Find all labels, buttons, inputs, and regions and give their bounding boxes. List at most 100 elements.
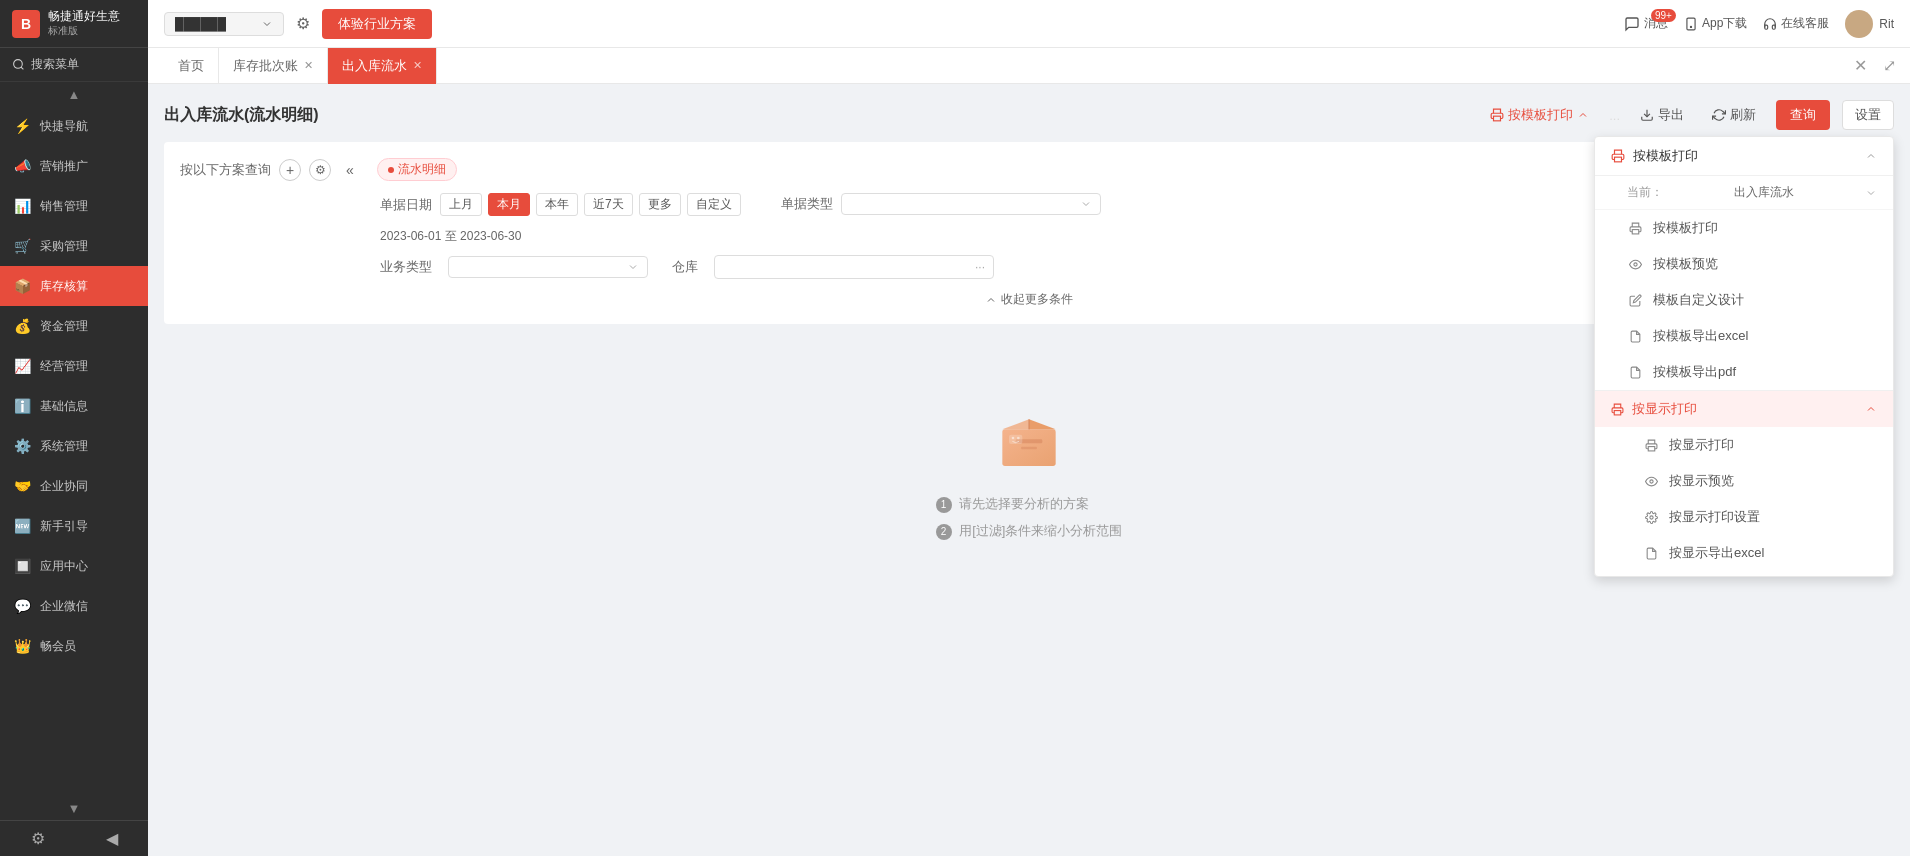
sidebar-item-sales[interactable]: 📊 销售管理 [0,186,148,226]
brand-name: 畅捷通好生意 [48,9,120,25]
dp-item-display-export-excel[interactable]: 按显示导出excel [1595,535,1893,571]
tab-in-out-flow[interactable]: 出入库流水 ✕ [328,48,437,84]
user-area[interactable]: Rit [1845,10,1894,38]
tab-home-label: 首页 [178,57,204,75]
dp-item-template-preview[interactable]: 按模板预览 [1595,246,1893,282]
dp-item-template-export-excel[interactable]: 按模板导出excel [1595,318,1893,354]
sidebar-item-app-center[interactable]: 🔲 应用中心 [0,546,148,586]
dp-template-preview-label: 按模板预览 [1653,255,1718,273]
tab-home[interactable]: 首页 [164,48,219,84]
warehouse-select[interactable]: ··· [714,255,994,279]
export-label: 导出 [1658,106,1684,124]
dp-item-display-preview[interactable]: 按显示预览 [1595,463,1893,499]
biz-type-select[interactable] [448,256,648,278]
sidebar-collapse-btn[interactable]: ◀ [106,829,118,848]
dp-excel-icon-2 [1643,545,1659,561]
date-btn-custom[interactable]: 自定义 [687,193,741,216]
filter-add-button[interactable]: + [279,159,301,181]
dp-item-template-export-pdf[interactable]: 按模板导出pdf [1595,354,1893,390]
page-actions: 按模板打印 ... 导出 刷新 查询 设置 [1482,100,1894,130]
sidebar-item-marketing[interactable]: 📣 营销推广 [0,146,148,186]
dp-section-display[interactable]: 按显示打印 [1595,391,1893,427]
headset-icon [1763,17,1777,31]
refresh-label: 刷新 [1730,106,1756,124]
dp-printer-icon-1 [1627,220,1643,236]
sidebar-item-weixin[interactable]: 💬 企业微信 [0,586,148,626]
sidebar-search[interactable]: 搜索菜单 [0,48,148,82]
date-btn-this-month[interactable]: 本月 [488,193,530,216]
date-btn-7days[interactable]: 近7天 [584,193,633,216]
sidebar-scroll-down[interactable]: ▼ [0,796,148,820]
close-all-tabs-button[interactable]: ✕ [1848,52,1873,79]
sidebar-search-label: 搜索菜单 [31,56,79,73]
sidebar-settings-btn[interactable]: ⚙ [31,829,45,848]
sidebar-bottom: ⚙ ◀ [0,820,148,856]
sidebar-scroll-up[interactable]: ▲ [0,82,148,106]
page-content: 出入库流水(流水明细) 按模板打印 ... 导出 刷新 [148,84,1910,856]
sidebar-item-enterprise[interactable]: 🤝 企业协同 [0,466,148,506]
current-template-row[interactable]: 当前： 出入库流水 [1595,176,1893,210]
industry-solution-button[interactable]: 体验行业方案 [322,9,432,39]
app-label: App下载 [1702,15,1747,32]
dp-display-excel-label: 按显示导出excel [1669,544,1764,562]
sidebar-logo: B 畅捷通好生意 标准版 [0,0,148,48]
sidebar-item-quick-nav[interactable]: ⚡ 快捷导航 [0,106,148,146]
dp-eye-icon-1 [1627,256,1643,272]
filter-tag-dot [388,167,394,173]
sidebar-item-system[interactable]: ⚙️ 系统管理 [0,426,148,466]
dp-gear-icon [1643,509,1659,525]
tab-batch-account-close[interactable]: ✕ [304,59,313,72]
sidebar-item-finance[interactable]: 💰 资金管理 [0,306,148,346]
date-btn-last-month[interactable]: 上月 [440,193,482,216]
account-switcher[interactable]: ██████ [164,12,284,36]
tab-in-out-flow-close[interactable]: ✕ [413,59,422,72]
tab-batch-account[interactable]: 库存批次账 ✕ [219,48,328,84]
filter-settings-button[interactable]: ⚙ [309,159,331,181]
filter-tag[interactable]: 流水明细 [377,158,457,181]
filter-collapse-button[interactable]: « [339,159,361,181]
app-center-icon: 🔲 [12,556,32,576]
topbar-online-service[interactable]: 在线客服 [1763,15,1829,32]
dp-item-display-export-pdf[interactable]: 按显示导出pdf [1595,571,1893,576]
topbar-left: ██████ ⚙ 体验行业方案 [164,9,432,39]
guide-icon: 🆕 [12,516,32,536]
sidebar-item-guide[interactable]: 🆕 新手引导 [0,506,148,546]
refresh-action[interactable]: 刷新 [1704,102,1764,128]
panel-chevron-up-icon[interactable] [1865,150,1877,162]
date-btn-this-year[interactable]: 本年 [536,193,578,216]
maximize-button[interactable]: ⤢ [1877,52,1902,79]
dropdown-panel-title: 按模板打印 [1611,147,1698,165]
dp-item-template-print[interactable]: 按模板打印 [1595,210,1893,246]
template-print-action[interactable]: 按模板打印 [1482,102,1597,128]
dp-excel-icon-1 [1627,328,1643,344]
collapse-label: 收起更多条件 [1001,291,1073,308]
empty-hint-text-2: 用[过滤]条件来缩小分析范围 [959,523,1122,538]
dp-item-display-print[interactable]: 按显示打印 [1595,427,1893,463]
dp-template-customize-label: 模板自定义设计 [1653,291,1744,309]
sidebar-item-inventory[interactable]: 📦 库存核算 [0,266,148,306]
settings-button[interactable]: 设置 [1842,100,1894,130]
chevron-up-icon [1577,109,1589,121]
svg-point-21 [1017,437,1020,440]
dropdown-panel: 按模板打印 当前： 出入库流水 [1594,136,1894,577]
topbar-messages[interactable]: 消息 99+ [1624,15,1668,32]
topbar-app-download[interactable]: App下载 [1684,15,1747,32]
dp-item-template-customize[interactable]: 模板自定义设计 [1595,282,1893,318]
sidebar-item-member[interactable]: 👑 畅会员 [0,626,148,666]
topbar-gear-icon[interactable]: ⚙ [292,10,314,37]
voucher-type-field: 单据类型 [781,193,1101,215]
sidebar-item-operations[interactable]: 📈 经营管理 [0,346,148,386]
svg-rect-9 [1648,446,1655,450]
sidebar: B 畅捷通好生意 标准版 搜索菜单 ▲ ⚡ 快捷导航 📣 营销推广 📊 销售管理 [0,0,148,856]
dp-section-chevron-icon [1865,403,1877,415]
svg-rect-6 [1632,229,1639,233]
filter-search-text: 按以下方案查询 [180,161,271,179]
dropdown-panel-scroll: 当前： 出入库流水 按模板打印 [1595,176,1893,576]
sidebar-item-purchase[interactable]: 🛒 采购管理 [0,226,148,266]
export-action[interactable]: 导出 [1632,102,1692,128]
voucher-type-select[interactable] [841,193,1101,215]
query-button[interactable]: 查询 [1776,100,1830,130]
date-btn-more[interactable]: 更多 [639,193,681,216]
dp-item-display-print-settings[interactable]: 按显示打印设置 [1595,499,1893,535]
sidebar-item-basic-info[interactable]: ℹ️ 基础信息 [0,386,148,426]
